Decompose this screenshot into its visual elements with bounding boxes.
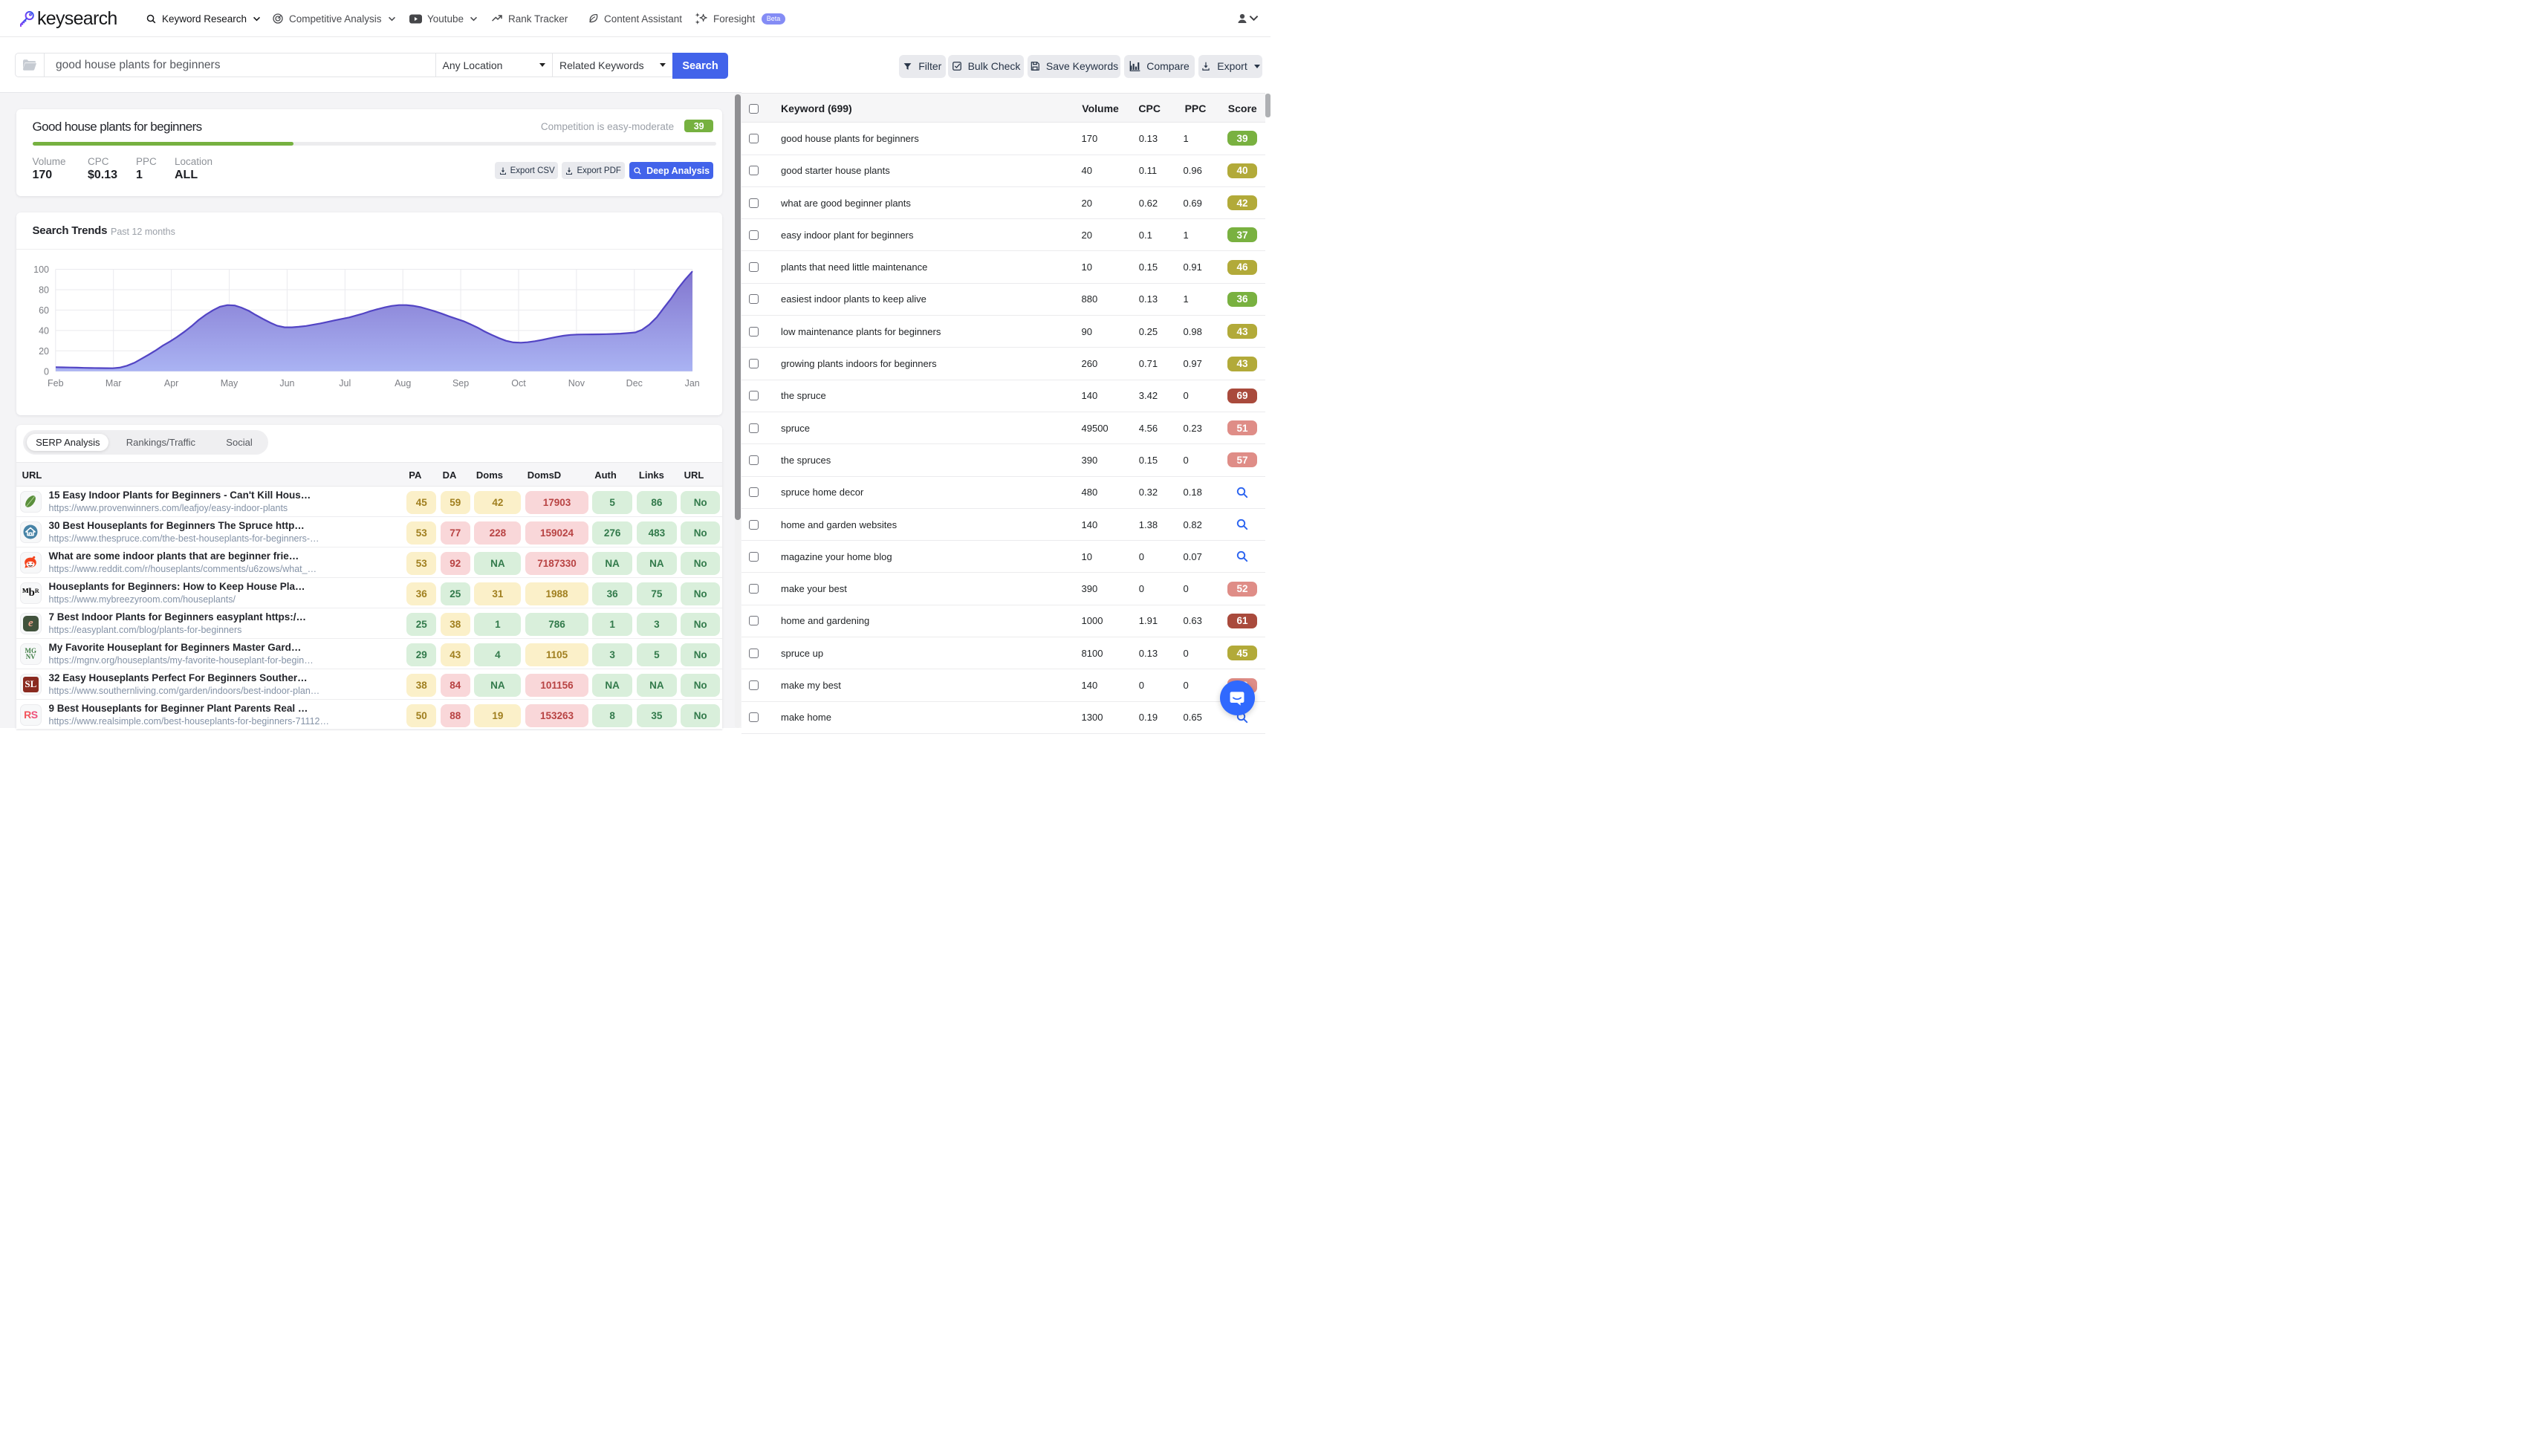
svg-text:40: 40: [39, 325, 49, 336]
svg-text:80: 80: [39, 285, 49, 295]
svg-text:Sep: Sep: [452, 378, 469, 389]
svg-text:0: 0: [44, 366, 49, 377]
svg-text:May: May: [221, 378, 238, 389]
svg-text:20: 20: [39, 345, 49, 356]
svg-text:Jun: Jun: [279, 378, 294, 389]
svg-text:Feb: Feb: [48, 378, 64, 389]
svg-text:Aug: Aug: [395, 378, 411, 389]
svg-text:Apr: Apr: [164, 378, 178, 389]
svg-text:Oct: Oct: [511, 378, 526, 389]
svg-text:100: 100: [33, 264, 49, 275]
svg-text:Nov: Nov: [568, 378, 585, 389]
svg-text:60: 60: [39, 305, 49, 315]
svg-text:Jan: Jan: [685, 378, 700, 389]
svg-text:Jul: Jul: [339, 378, 351, 389]
svg-text:Mar: Mar: [106, 378, 122, 389]
svg-text:Dec: Dec: [626, 378, 643, 389]
